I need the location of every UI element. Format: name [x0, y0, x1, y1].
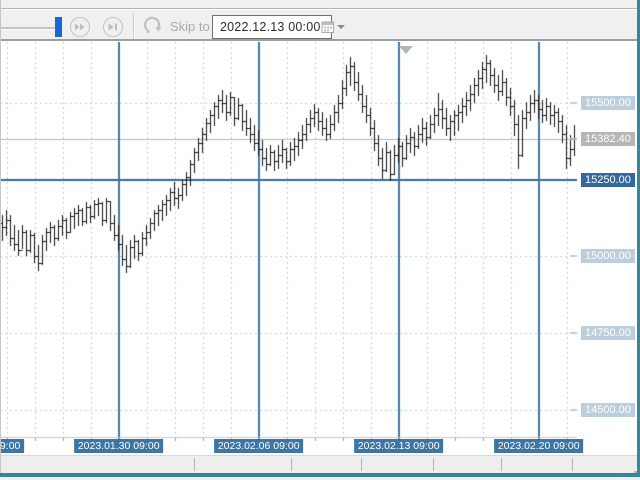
skip-to-date-field[interactable]: 2022.12.13 00:00	[212, 15, 345, 39]
scrollbar-tick	[433, 458, 434, 471]
skip-to-end-icon	[104, 23, 122, 39]
date-value[interactable]: 2022.12.13 00:00	[213, 20, 321, 34]
price-label: 14750.00	[581, 326, 635, 340]
time-label: 2023.02.06 09:00	[213, 439, 304, 453]
skip-to-label: Skip to	[170, 18, 210, 34]
time-label: 2023.01.23 09:00	[0, 439, 25, 453]
tester-visualization-window: Skip to 2022.12.13 00:00 15500.00 15382.…	[0, 0, 640, 480]
scrollbar-tick	[194, 458, 195, 471]
fast-forward-button[interactable]	[70, 17, 90, 37]
scrollbar-tick	[361, 458, 362, 471]
resize-grip-icon[interactable]	[630, 467, 633, 470]
price-label: 15500.00	[581, 96, 635, 110]
time-label: 2023.02.13 09:00	[353, 439, 444, 453]
price-label: 14500.00	[581, 403, 635, 417]
time-label: 2023.02.20 09:00	[493, 439, 584, 453]
window-top-strip	[0, 0, 637, 9]
scrollbar-tick	[572, 458, 573, 471]
skip-to-icon	[142, 13, 166, 40]
skip-to-end-button[interactable]	[103, 17, 123, 37]
chart-area: 15500.00 15382.40 15250.00 15000.00 1475…	[0, 42, 637, 455]
level-price-label: 15250.00	[581, 173, 635, 187]
toolbar-separator	[133, 13, 135, 39]
skip-to-button[interactable]: Skip to	[142, 13, 210, 39]
date-dropdown-arrow[interactable]	[336, 25, 345, 29]
scrollbar-tick	[501, 458, 502, 471]
playback-toolbar: Skip to 2022.12.13 00:00	[0, 10, 637, 41]
speed-slider-handle[interactable]	[55, 17, 62, 37]
time-pointer-marker	[398, 46, 413, 54]
calendar-icon[interactable]	[321, 20, 335, 34]
fast-forward-icon	[71, 23, 89, 39]
chart-canvas[interactable]	[0, 42, 578, 444]
time-label: 2023.01.30 09:00	[73, 439, 164, 453]
price-label: 15000.00	[581, 249, 635, 263]
current-price-label: 15382.40	[581, 132, 635, 146]
speed-slider-track[interactable]	[0, 27, 62, 30]
horizontal-scrollbar[interactable]	[0, 455, 637, 473]
window-left-edge	[0, 0, 1, 473]
scrollbar-tick	[291, 458, 292, 471]
